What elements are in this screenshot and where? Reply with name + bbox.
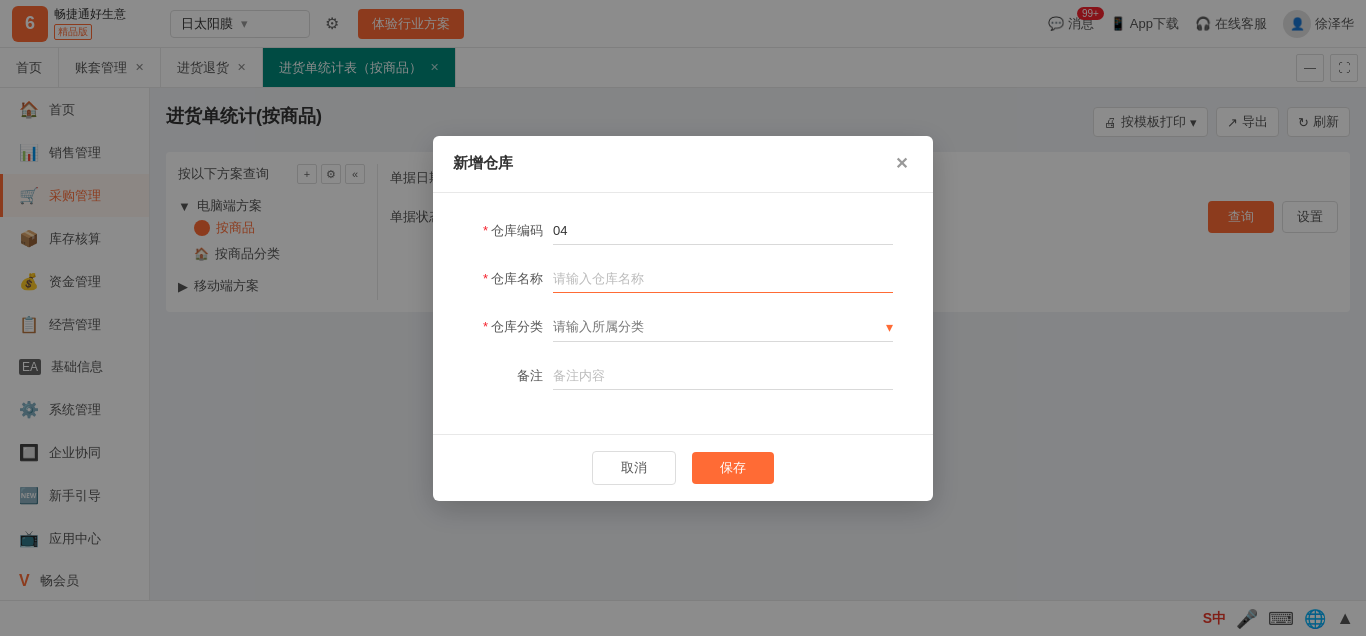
dialog-body: 仓库编码 仓库名称 仓库分类 ▾ 备注 [433, 193, 933, 434]
form-row-code: 仓库编码 [473, 217, 893, 245]
category-select[interactable]: ▾ [553, 313, 893, 342]
code-input[interactable] [553, 217, 893, 245]
name-input[interactable] [553, 265, 893, 293]
form-row-remark: 备注 [473, 362, 893, 390]
dialog-title: 新增仓库 [453, 154, 513, 173]
dialog-add-warehouse: 新增仓库 ✕ 仓库编码 仓库名称 仓库分类 ▾ [433, 136, 933, 501]
form-row-name: 仓库名称 [473, 265, 893, 293]
category-input[interactable] [553, 319, 886, 334]
remark-label: 备注 [473, 367, 553, 385]
category-arrow-icon: ▾ [886, 319, 893, 335]
name-label: 仓库名称 [473, 270, 553, 288]
dialog-footer: 取消 保存 [433, 434, 933, 501]
save-button[interactable]: 保存 [692, 452, 774, 484]
modal-overlay[interactable]: 新增仓库 ✕ 仓库编码 仓库名称 仓库分类 ▾ [0, 0, 1366, 636]
cancel-button[interactable]: 取消 [592, 451, 676, 485]
dialog-close-btn[interactable]: ✕ [889, 152, 913, 176]
dialog-header: 新增仓库 ✕ [433, 136, 933, 193]
code-label: 仓库编码 [473, 222, 553, 240]
form-row-category: 仓库分类 ▾ [473, 313, 893, 342]
remark-input[interactable] [553, 362, 893, 390]
category-label: 仓库分类 [473, 318, 553, 336]
